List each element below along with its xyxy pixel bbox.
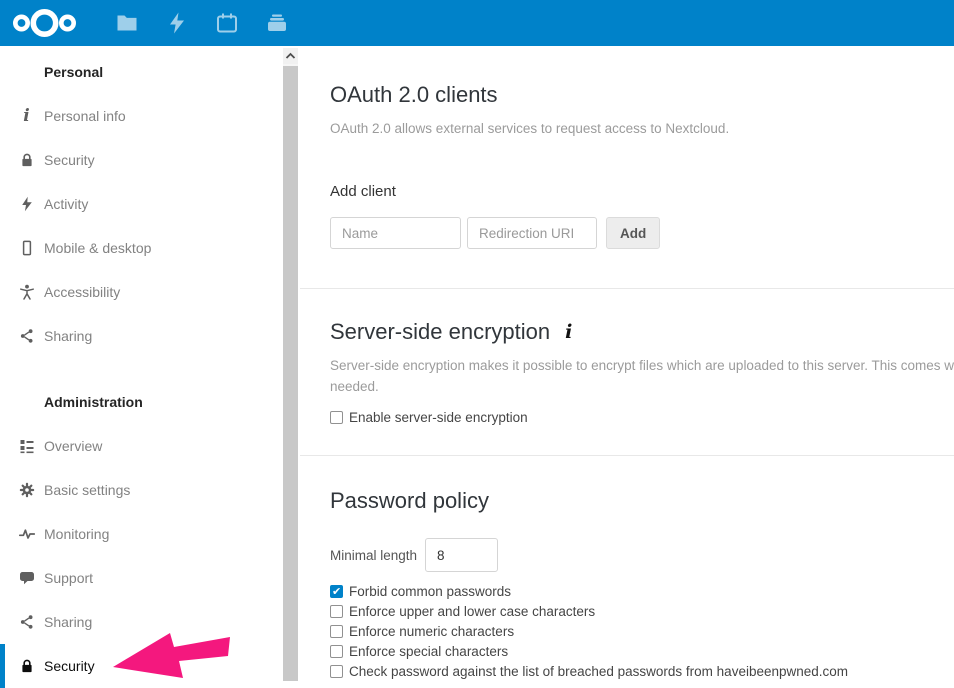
client-name-input[interactable] bbox=[330, 217, 461, 249]
stack-icon bbox=[265, 11, 289, 35]
calendar-icon bbox=[215, 11, 239, 35]
lightning-icon bbox=[18, 196, 35, 213]
enable-encryption-checkbox[interactable] bbox=[330, 411, 343, 424]
monitoring-icon bbox=[18, 526, 35, 543]
encryption-title: Server-side encryption i bbox=[330, 319, 954, 345]
top-header-bar bbox=[0, 0, 954, 46]
sidebar-item-accessibility[interactable]: Accessibility bbox=[0, 270, 300, 314]
sidebar-section-personal: Personal bbox=[0, 50, 300, 94]
settings-content: OAuth 2.0 clients OAuth 2.0 allows exter… bbox=[300, 46, 954, 681]
chat-icon bbox=[18, 570, 35, 587]
lightning-icon bbox=[166, 11, 188, 35]
sidebar-item-monitoring[interactable]: Monitoring bbox=[0, 512, 300, 556]
redirection-uri-input[interactable] bbox=[467, 217, 597, 249]
share-icon bbox=[18, 614, 35, 631]
add-client-heading: Add client bbox=[330, 183, 954, 200]
enforce-case-checkbox[interactable] bbox=[330, 605, 343, 618]
enforce-special-checkbox[interactable] bbox=[330, 645, 343, 658]
phone-icon bbox=[18, 240, 35, 257]
overview-icon bbox=[18, 438, 35, 455]
add-client-button[interactable]: Add bbox=[606, 217, 660, 249]
settings-nav: Personal i Personal info Security Activi… bbox=[0, 46, 300, 688]
add-client-form: Add bbox=[330, 217, 954, 249]
sidebar-item-security-admin[interactable]: Security bbox=[0, 644, 300, 688]
encryption-description: Server-side encryption makes it possible… bbox=[330, 355, 954, 397]
minimal-length-input[interactable] bbox=[425, 538, 498, 572]
sidebar-item-support[interactable]: Support bbox=[0, 556, 300, 600]
enable-encryption-checkbox-row[interactable]: Enable server-side encryption bbox=[330, 410, 954, 425]
check-breached-row[interactable]: Check password against the list of breac… bbox=[330, 661, 954, 681]
minimal-length-label: Minimal length bbox=[330, 548, 417, 563]
password-policy-title: Password policy bbox=[330, 488, 954, 514]
sidebar-item-security-personal[interactable]: Security bbox=[0, 138, 300, 182]
oauth-title: OAuth 2.0 clients bbox=[330, 82, 954, 108]
nextcloud-logo[interactable] bbox=[10, 5, 80, 41]
app-menu bbox=[102, 0, 302, 46]
sidebar-section-gap bbox=[0, 358, 300, 380]
password-policy-section: Password policy Minimal length Forbid co… bbox=[300, 455, 954, 681]
encryption-section: Server-side encryption i Server-side enc… bbox=[300, 288, 954, 455]
share-icon bbox=[18, 328, 35, 345]
password-policy-options: Forbid common passwords Enforce upper an… bbox=[330, 581, 954, 681]
lock-icon bbox=[18, 658, 35, 675]
sidebar-item-personal-info[interactable]: i Personal info bbox=[0, 94, 300, 138]
files-app-button[interactable] bbox=[102, 0, 152, 46]
folder-icon bbox=[115, 11, 139, 35]
enforce-numeric-checkbox[interactable] bbox=[330, 625, 343, 638]
deck-app-button[interactable] bbox=[252, 0, 302, 46]
sidebar-item-basic-settings[interactable]: Basic settings bbox=[0, 468, 300, 512]
chevron-up-icon bbox=[285, 52, 296, 60]
nextcloud-logo-icon bbox=[10, 5, 80, 41]
lock-icon bbox=[18, 152, 35, 169]
calendar-app-button[interactable] bbox=[202, 0, 252, 46]
enforce-special-row[interactable]: Enforce special characters bbox=[330, 641, 954, 661]
enforce-case-row[interactable]: Enforce upper and lower case characters bbox=[330, 601, 954, 621]
scroll-up-button[interactable] bbox=[283, 48, 298, 64]
accessibility-icon bbox=[18, 284, 35, 301]
forbid-common-passwords-checkbox[interactable] bbox=[330, 585, 343, 598]
info-icon[interactable]: i bbox=[565, 319, 572, 345]
activity-app-button[interactable] bbox=[152, 0, 202, 46]
sidebar-section-administration: Administration bbox=[0, 380, 300, 424]
minimal-length-row: Minimal length bbox=[330, 538, 954, 572]
info-icon: i bbox=[18, 108, 35, 125]
sidebar-item-sharing-personal[interactable]: Sharing bbox=[0, 314, 300, 358]
sidebar-item-sharing-admin[interactable]: Sharing bbox=[0, 600, 300, 644]
settings-sidebar: Personal i Personal info Security Activi… bbox=[0, 46, 300, 681]
sidebar-item-overview[interactable]: Overview bbox=[0, 424, 300, 468]
sidebar-scrollbar[interactable] bbox=[283, 48, 298, 681]
oauth-description: OAuth 2.0 allows external services to re… bbox=[330, 118, 954, 139]
scrollbar-thumb[interactable] bbox=[283, 66, 298, 681]
gear-icon bbox=[18, 482, 35, 499]
check-breached-checkbox[interactable] bbox=[330, 665, 343, 678]
forbid-common-passwords-row[interactable]: Forbid common passwords bbox=[330, 581, 954, 601]
enforce-numeric-row[interactable]: Enforce numeric characters bbox=[330, 621, 954, 641]
sidebar-item-activity[interactable]: Activity bbox=[0, 182, 300, 226]
oauth-section: OAuth 2.0 clients OAuth 2.0 allows exter… bbox=[300, 46, 954, 288]
sidebar-item-mobile-desktop[interactable]: Mobile & desktop bbox=[0, 226, 300, 270]
